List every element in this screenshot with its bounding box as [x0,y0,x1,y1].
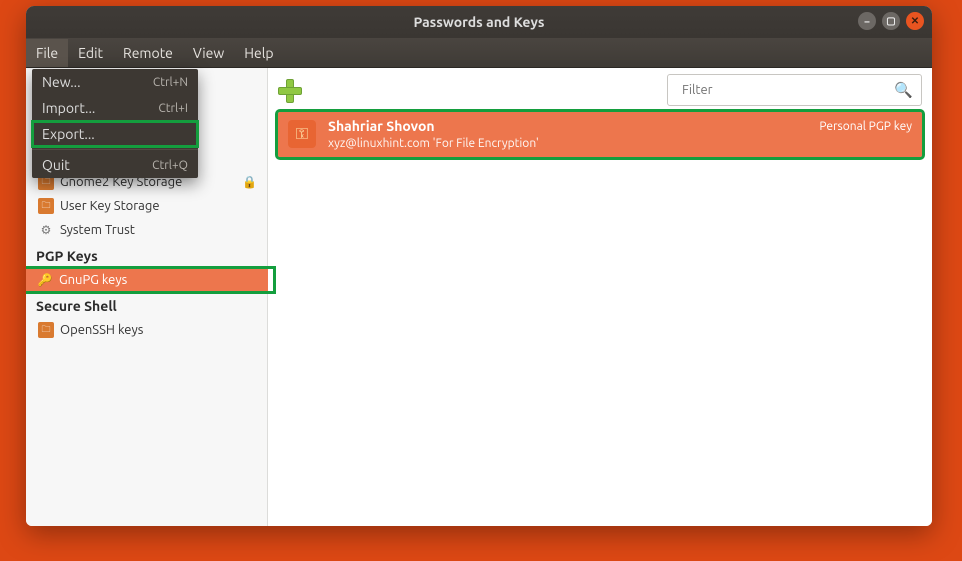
gear-icon: ⚙ [38,222,54,238]
sidebar-label: System Trust [60,223,135,237]
folder-icon: 🗀 [38,198,54,214]
sidebar-label: User Key Storage [60,199,160,213]
menubar: File Edit Remote View Help [26,38,932,68]
window-controls: – ▢ ✕ [858,12,924,30]
window-title: Passwords and Keys [413,14,544,30]
menu-separator [32,149,198,150]
sidebar-item-systrust[interactable]: ⚙ System Trust [26,218,267,242]
menu-shortcut: Ctrl+N [153,76,188,89]
search-icon: 🔍 [894,81,913,99]
sidebar-item-userks[interactable]: 🗀 User Key Storage [26,194,267,218]
key-name: Shahriar Shovon [328,118,539,136]
menu-shortcut: Ctrl+Q [152,159,188,172]
filter-input[interactable] [682,83,888,97]
menu-quit[interactable]: Quit Ctrl+Q [32,152,198,178]
close-button[interactable]: ✕ [906,12,924,30]
key-text: Shahriar Shovon xyz@linuxhint.com 'For F… [328,118,539,151]
menu-label: Quit [42,157,70,173]
file-menu-dropdown: New... Ctrl+N Import... Ctrl+I Export...… [32,69,198,178]
menu-view[interactable]: View [183,39,234,67]
lock-icon: 🔒 [242,175,257,189]
menu-help[interactable]: Help [234,39,283,67]
maximize-button[interactable]: ▢ [882,12,900,30]
toolbar: 🔍 [268,68,932,112]
menu-import[interactable]: Import... Ctrl+I [32,95,198,121]
sidebar-category-ssh: Secure Shell [26,292,267,318]
key-tag: Personal PGP key [819,118,912,133]
app-window: Passwords and Keys – ▢ ✕ File Edit Remot… [26,6,932,526]
menu-label: Import... [42,100,95,116]
sidebar-label: GnuPG keys [59,273,127,287]
menu-export[interactable]: Export... [32,121,198,147]
pgp-key-icon: ⚿ [288,120,316,148]
folder-icon: 🗀 [38,322,54,338]
key-row[interactable]: ⚿ Shahriar Shovon xyz@linuxhint.com 'For… [278,112,922,157]
highlight-gnupg: 🔑 GnuPG keys [26,268,268,292]
sidebar-category-pgp: PGP Keys [26,242,267,268]
menu-file[interactable]: File [26,39,68,67]
key-icon: 🔑 [37,272,53,288]
add-button[interactable] [278,79,300,101]
sidebar-item-gnupg[interactable]: 🔑 GnuPG keys [26,268,268,292]
titlebar: Passwords and Keys – ▢ ✕ [26,6,932,38]
menu-new[interactable]: New... Ctrl+N [32,69,198,95]
sidebar-label: OpenSSH keys [60,323,143,337]
menu-label: Export... [42,126,95,142]
menu-shortcut: Ctrl+I [158,102,188,115]
menu-edit[interactable]: Edit [68,39,113,67]
filter-box[interactable]: 🔍 [667,74,922,106]
menu-remote[interactable]: Remote [113,39,183,67]
main-pane: 🔍 ⚿ Shahriar Shovon xyz@linuxhint.com 'F… [267,68,932,526]
minimize-button[interactable]: – [858,12,876,30]
menu-label: New... [42,74,81,90]
sidebar-item-openssh[interactable]: 🗀 OpenSSH keys [26,318,267,342]
key-subtitle: xyz@linuxhint.com 'For File Encryption' [328,136,539,151]
